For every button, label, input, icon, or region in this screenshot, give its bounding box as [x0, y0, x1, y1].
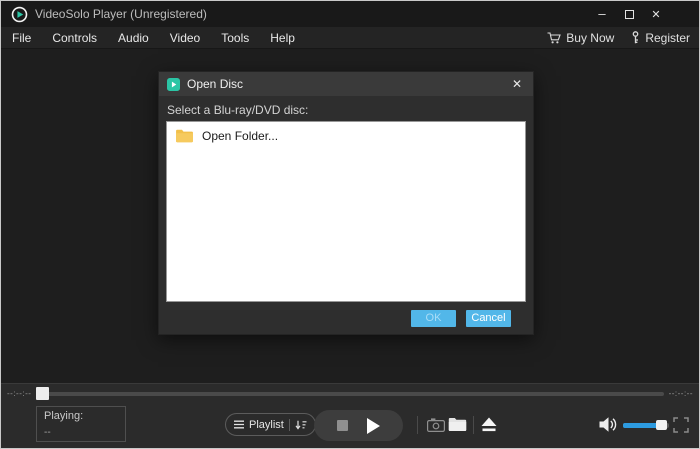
minimize-icon: –	[598, 11, 605, 17]
dialog-header: Open Disc ✕	[159, 72, 533, 96]
dialog-title: Open Disc	[187, 77, 243, 91]
playlist-sort-icon[interactable]	[295, 420, 307, 430]
playlist-button[interactable]: Playlist	[225, 413, 316, 436]
ok-button[interactable]: OK	[411, 310, 456, 327]
dialog-logo-icon	[167, 78, 180, 91]
time-total: --:--:--	[669, 389, 693, 398]
open-disc-dialog: Open Disc ✕ Select a Blu-ray/DVD disc: O…	[158, 71, 534, 335]
volume-fill	[623, 423, 656, 428]
volume-handle[interactable]	[656, 420, 667, 430]
minimize-button[interactable]: –	[595, 7, 609, 21]
dialog-prompt: Select a Blu-ray/DVD disc:	[167, 103, 526, 117]
now-playing-box: Playing: --	[36, 406, 126, 442]
menu-controls[interactable]: Controls	[52, 31, 97, 45]
register-button[interactable]: Register	[631, 31, 690, 45]
control-bar: Playing: -- Playlist	[1, 403, 699, 448]
time-elapsed: --:--:--	[7, 389, 31, 398]
menu-bar: File Controls Audio Video Tools Help Buy…	[1, 27, 699, 49]
open-folder-item[interactable]: Open Folder...	[167, 122, 525, 149]
hamburger-icon	[234, 420, 244, 429]
menu-audio[interactable]: Audio	[118, 31, 149, 45]
maximize-button[interactable]	[622, 7, 636, 21]
video-area: Open Disc ✕ Select a Blu-ray/DVD disc: O…	[1, 49, 699, 383]
app-window: VideoSolo Player (Unregistered) – ✕ File…	[0, 0, 700, 449]
seek-bar-row: --:--:-- --:--:--	[1, 383, 699, 403]
playlist-divider	[289, 419, 290, 431]
volume-slider[interactable]	[623, 423, 669, 428]
divider	[417, 416, 418, 434]
snapshot-button[interactable]	[427, 418, 445, 432]
transport-controls	[314, 410, 403, 441]
disc-list[interactable]: Open Folder...	[166, 121, 526, 302]
seek-handle[interactable]	[36, 387, 49, 400]
eject-button[interactable]	[480, 417, 498, 432]
cancel-button[interactable]: Cancel	[466, 310, 511, 327]
window-controls: – ✕	[595, 7, 699, 21]
window-title: VideoSolo Player (Unregistered)	[35, 7, 207, 21]
app-logo-icon	[11, 6, 28, 23]
folder-icon	[175, 128, 194, 143]
buy-now-label: Buy Now	[566, 31, 614, 45]
maximize-icon	[625, 10, 634, 19]
open-folder-label: Open Folder...	[202, 129, 278, 143]
play-button[interactable]	[367, 418, 380, 434]
dialog-close-button[interactable]: ✕	[509, 77, 525, 91]
buy-now-button[interactable]: Buy Now	[547, 31, 614, 45]
fullscreen-button[interactable]	[673, 417, 689, 433]
dialog-body: Select a Blu-ray/DVD disc: Open Folder..…	[159, 96, 533, 334]
stop-button[interactable]	[337, 420, 348, 431]
volume-icon[interactable]	[598, 416, 618, 433]
close-button[interactable]: ✕	[649, 7, 663, 21]
title-bar: VideoSolo Player (Unregistered) – ✕	[1, 1, 699, 27]
stop-icon	[337, 420, 348, 431]
cart-icon	[547, 32, 561, 44]
menu-items: File Controls Audio Video Tools Help	[1, 31, 295, 45]
divider	[473, 416, 474, 434]
menu-video[interactable]: Video	[170, 31, 200, 45]
register-label: Register	[645, 31, 690, 45]
menu-help[interactable]: Help	[270, 31, 295, 45]
key-icon	[631, 31, 640, 44]
menu-tools[interactable]: Tools	[221, 31, 249, 45]
seek-slider[interactable]	[36, 392, 663, 396]
close-icon: ✕	[651, 8, 660, 21]
play-icon	[367, 418, 380, 434]
playing-label: Playing:	[44, 410, 118, 422]
open-file-button[interactable]	[448, 417, 467, 432]
menu-bar-right: Buy Now Register	[547, 31, 699, 45]
playing-value: --	[44, 427, 118, 438]
menu-file[interactable]: File	[12, 31, 31, 45]
playlist-label: Playlist	[249, 419, 284, 431]
dialog-footer: OK Cancel	[166, 302, 526, 334]
